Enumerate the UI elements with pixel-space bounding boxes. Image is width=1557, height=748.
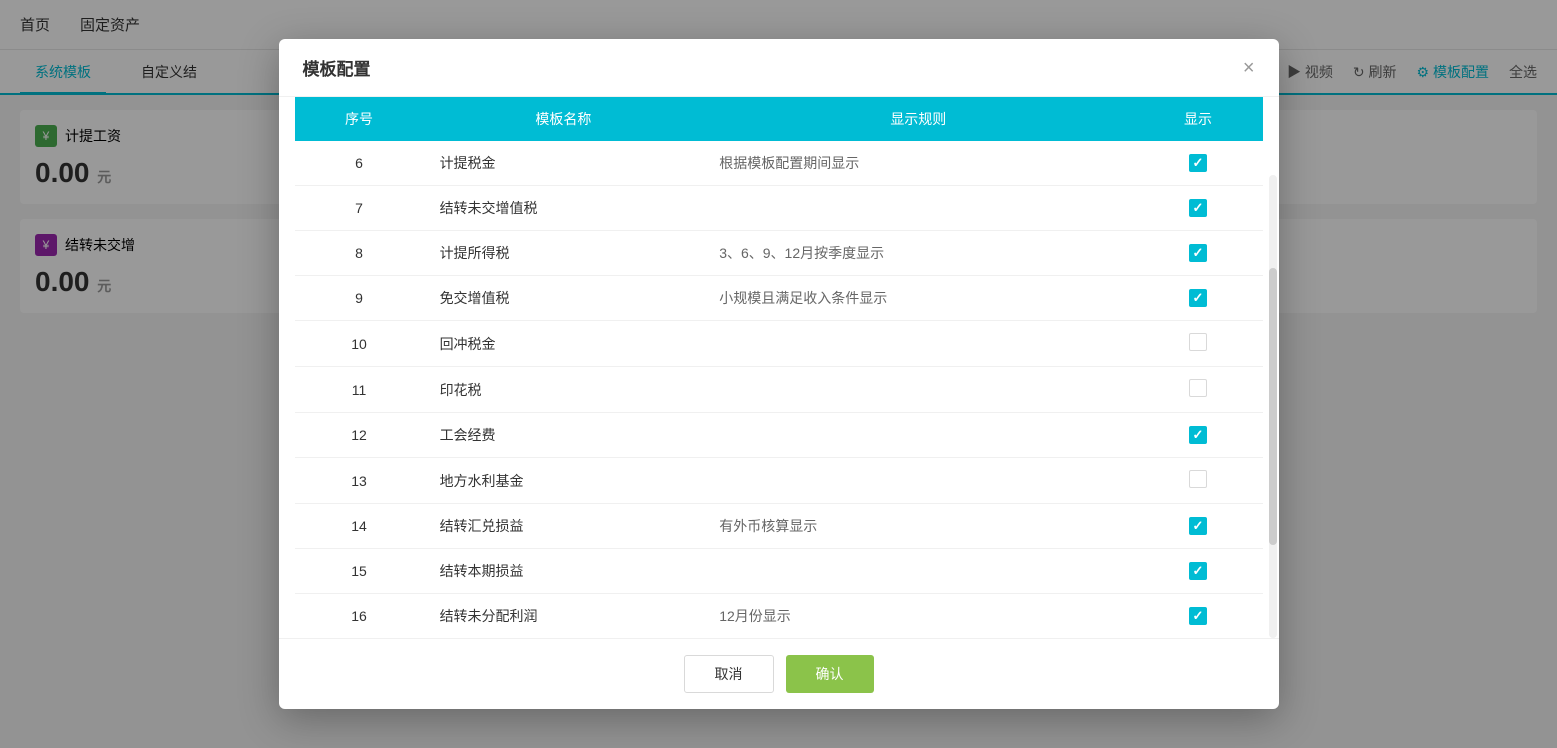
checkbox-checked[interactable] [1189, 199, 1207, 217]
cell-rule: 根据模板配置期间显示 [703, 141, 1133, 186]
cell-checkbox[interactable] [1133, 276, 1262, 321]
cell-checkbox[interactable] [1133, 549, 1262, 594]
cell-name: 回冲税金 [424, 321, 704, 367]
cell-name: 结转本期损益 [424, 549, 704, 594]
table-row: 6计提税金根据模板配置期间显示 [295, 141, 1263, 186]
cell-seq: 13 [295, 458, 424, 504]
cell-rule: 有外币核算显示 [703, 504, 1133, 549]
cell-seq: 6 [295, 141, 424, 186]
modal-body: 序号 模板名称 显示规则 显示 6计提税金根据模板配置期间显示7结转未交增值税8… [279, 97, 1279, 638]
cell-rule [703, 367, 1133, 413]
modal-close-button[interactable]: × [1243, 58, 1255, 78]
cell-checkbox[interactable] [1133, 141, 1262, 186]
table-row: 7结转未交增值税 [295, 186, 1263, 231]
scrollbar-track [1269, 175, 1277, 638]
cell-name: 印花税 [424, 367, 704, 413]
cell-name: 地方水利基金 [424, 458, 704, 504]
cancel-button[interactable]: 取消 [684, 655, 774, 693]
cell-seq: 16 [295, 594, 424, 639]
modal-overlay: 模板配置 × 序号 模板名称 显示规则 显示 6计提税金根据模板配置期间显示7结… [0, 0, 1557, 748]
cell-seq: 12 [295, 413, 424, 458]
cell-seq: 11 [295, 367, 424, 413]
cell-rule [703, 549, 1133, 594]
cell-name: 免交增值税 [424, 276, 704, 321]
cell-name: 结转汇兑损益 [424, 504, 704, 549]
cell-seq: 14 [295, 504, 424, 549]
cell-seq: 15 [295, 549, 424, 594]
cell-name: 工会经费 [424, 413, 704, 458]
cell-seq: 9 [295, 276, 424, 321]
checkbox-checked[interactable] [1189, 562, 1207, 580]
checkbox-unchecked[interactable] [1189, 333, 1207, 351]
cell-checkbox[interactable] [1133, 413, 1262, 458]
checkbox-unchecked[interactable] [1189, 379, 1207, 397]
checkbox-checked[interactable] [1189, 244, 1207, 262]
checkbox-checked[interactable] [1189, 154, 1207, 172]
table-header-row: 序号 模板名称 显示规则 显示 [295, 97, 1263, 141]
cell-seq: 8 [295, 231, 424, 276]
checkbox-checked[interactable] [1189, 289, 1207, 307]
modal-title: 模板配置 [303, 55, 371, 80]
cell-checkbox[interactable] [1133, 321, 1262, 367]
cell-rule [703, 458, 1133, 504]
cell-seq: 10 [295, 321, 424, 367]
modal-footer: 取消 确认 [279, 638, 1279, 709]
template-config-modal: 模板配置 × 序号 模板名称 显示规则 显示 6计提税金根据模板配置期间显示7结… [279, 39, 1279, 709]
cell-checkbox[interactable] [1133, 504, 1262, 549]
table-row: 13地方水利基金 [295, 458, 1263, 504]
cell-name: 计提税金 [424, 141, 704, 186]
cell-seq: 7 [295, 186, 424, 231]
col-seq: 序号 [295, 97, 424, 141]
checkbox-unchecked[interactable] [1189, 470, 1207, 488]
cell-rule: 小规模且满足收入条件显示 [703, 276, 1133, 321]
table-row: 12工会经费 [295, 413, 1263, 458]
table-row: 11印花税 [295, 367, 1263, 413]
col-rule: 显示规则 [703, 97, 1133, 141]
table-row: 14结转汇兑损益有外币核算显示 [295, 504, 1263, 549]
checkbox-checked[interactable] [1189, 607, 1207, 625]
cell-rule: 12月份显示 [703, 594, 1133, 639]
table-row: 16结转未分配利润12月份显示 [295, 594, 1263, 639]
confirm-button[interactable]: 确认 [786, 655, 874, 693]
scrollbar-thumb[interactable] [1269, 268, 1277, 546]
modal-header: 模板配置 × [279, 39, 1279, 97]
table-row: 15结转本期损益 [295, 549, 1263, 594]
cell-rule [703, 321, 1133, 367]
cell-checkbox[interactable] [1133, 458, 1262, 504]
cell-checkbox[interactable] [1133, 594, 1262, 639]
config-table: 序号 模板名称 显示规则 显示 6计提税金根据模板配置期间显示7结转未交增值税8… [295, 97, 1263, 638]
cell-rule [703, 413, 1133, 458]
cell-name: 计提所得税 [424, 231, 704, 276]
checkbox-checked[interactable] [1189, 426, 1207, 444]
cell-checkbox[interactable] [1133, 367, 1262, 413]
col-name: 模板名称 [424, 97, 704, 141]
col-show: 显示 [1133, 97, 1262, 141]
cell-name: 结转未交增值税 [424, 186, 704, 231]
cell-rule [703, 186, 1133, 231]
cell-name: 结转未分配利润 [424, 594, 704, 639]
table-row: 9免交增值税小规模且满足收入条件显示 [295, 276, 1263, 321]
checkbox-checked[interactable] [1189, 517, 1207, 535]
cell-rule: 3、6、9、12月按季度显示 [703, 231, 1133, 276]
cell-checkbox[interactable] [1133, 231, 1262, 276]
table-row: 10回冲税金 [295, 321, 1263, 367]
table-row: 8计提所得税3、6、9、12月按季度显示 [295, 231, 1263, 276]
cell-checkbox[interactable] [1133, 186, 1262, 231]
